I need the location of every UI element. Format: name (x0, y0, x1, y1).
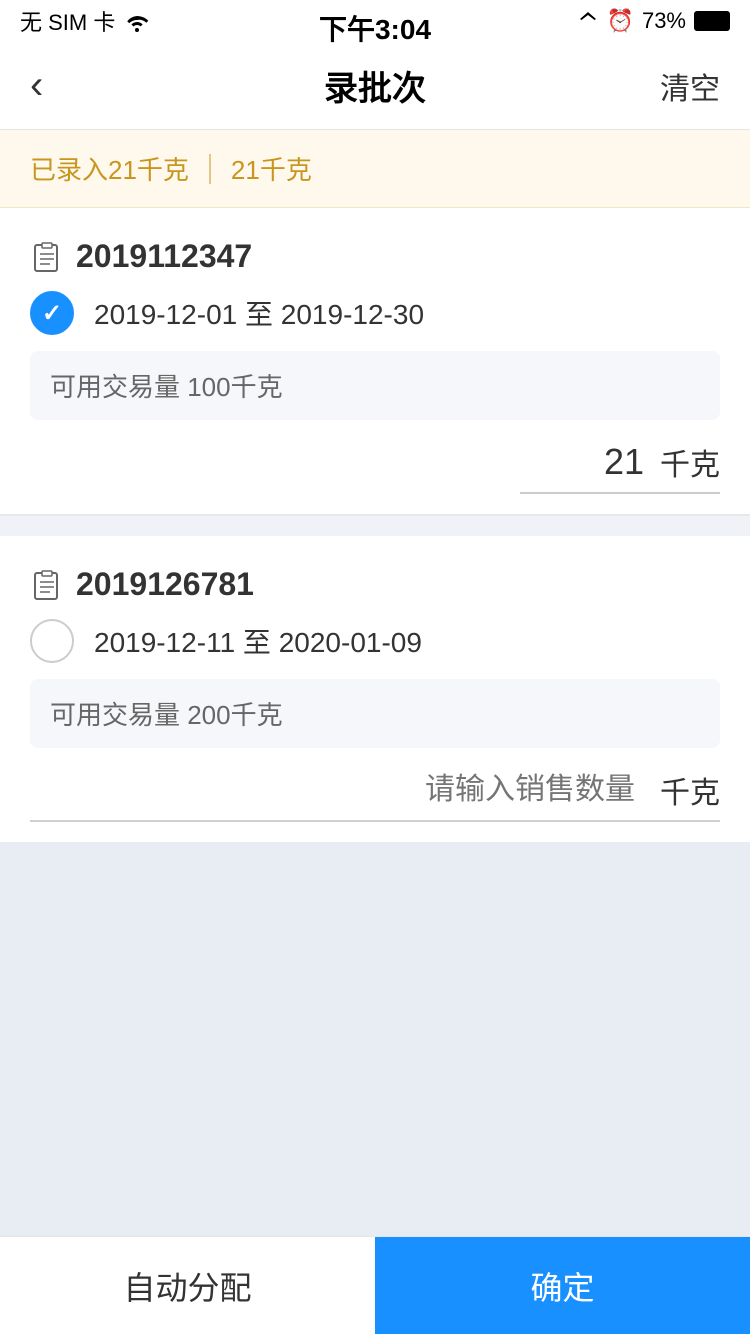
batch1-header: 2019112347 (30, 238, 720, 275)
batch2-date: 2019-12-11 至 2020-01-09 (94, 621, 422, 661)
recorded-amount: 已录入21千克 (30, 150, 189, 187)
empty-area (0, 842, 750, 1242)
batch2-radio[interactable] (30, 619, 74, 663)
confirm-button[interactable]: 确定 (375, 1237, 750, 1334)
alarm-icon: ⏰ (607, 8, 634, 34)
back-button[interactable]: ‹ (30, 63, 90, 108)
clear-button[interactable]: 清空 (660, 64, 720, 108)
status-left: 无 SIM 卡 (20, 5, 151, 37)
batch1-quantity-row: 21 千克 (0, 420, 750, 516)
section-divider (0, 516, 750, 536)
batch2-available: 可用交易量 200千克 (30, 679, 720, 748)
quantity-underline (520, 492, 720, 494)
battery-icon (694, 11, 730, 31)
battery-text: 73% (642, 8, 686, 34)
batch2-input-row: 千克 (0, 748, 750, 842)
no-sim-text: 无 SIM 卡 (20, 5, 115, 37)
batch2-id: 2019126781 (76, 566, 254, 603)
batch2-id-icon (30, 567, 66, 603)
status-time: 下午3:04 (319, 8, 431, 48)
auto-distribute-button[interactable]: 自动分配 (0, 1237, 375, 1334)
batch-card-1: 2019112347 2019-12-01 至 2019-12-30 可用交易量… (0, 208, 750, 420)
batch2-header: 2019126781 (30, 566, 720, 603)
status-right: ⏰ 73% (577, 8, 730, 34)
batch2-date-row[interactable]: 2019-12-11 至 2020-01-09 (30, 619, 720, 663)
input-underline: 千克 (30, 768, 720, 822)
batch1-date-row[interactable]: 2019-12-01 至 2019-12-30 (30, 291, 720, 335)
status-bar: 无 SIM 卡 下午3:04 ⏰ 73% (0, 0, 750, 42)
total-amount: 21千克 (231, 150, 312, 187)
batch1-id-icon (30, 239, 66, 275)
batch1-available: 可用交易量 100千克 (30, 351, 720, 420)
batch1-date: 2019-12-01 至 2019-12-30 (94, 293, 424, 333)
wifi-icon (123, 10, 151, 32)
batch1-radio[interactable] (30, 291, 74, 335)
batch1-quantity-value: 21 (604, 441, 644, 483)
batch2-unit: 千克 (660, 768, 720, 812)
bottom-bar: 自动分配 确定 (0, 1236, 750, 1334)
batch-card-2: 2019126781 2019-12-11 至 2020-01-09 可用交易量… (0, 536, 750, 748)
batch1-id: 2019112347 (76, 238, 252, 275)
info-banner: 已录入21千克 21千克 (0, 130, 750, 208)
banner-divider (209, 154, 211, 184)
batch1-quantity-unit: 千克 (660, 440, 720, 484)
page-title: 录批次 (324, 61, 426, 110)
location-icon (577, 10, 599, 32)
sale-quantity-input[interactable] (30, 773, 650, 807)
nav-bar: ‹ 录批次 清空 (0, 42, 750, 130)
